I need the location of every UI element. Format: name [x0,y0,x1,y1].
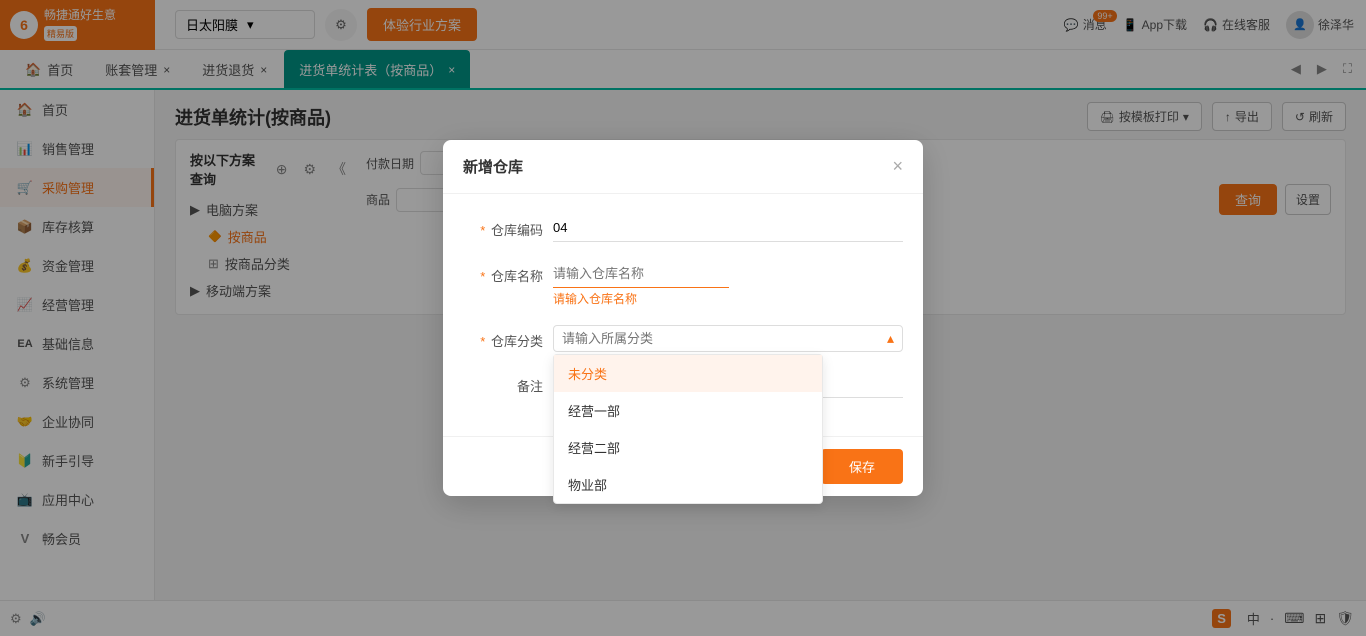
modal-header: 新增仓库 × [443,140,923,194]
name-label: * 仓库名称 [463,260,543,285]
save-button[interactable]: 保存 [821,449,903,484]
note-label: 备注 [463,370,543,395]
category-label: * 仓库分类 [463,325,543,350]
modal-body: * 仓库编码 * 仓库名称 请输入仓库名称 * [443,194,923,436]
warehouse-name-input[interactable] [553,260,729,288]
modal-title: 新增仓库 [463,156,523,177]
category-input-wrap [553,325,903,352]
dropdown-item-1[interactable]: 经营一部 [554,392,822,429]
dropdown-item-0[interactable]: 未分类 [554,355,822,392]
modal-overlay[interactable]: 新增仓库 × * 仓库编码 * 仓库名称 请输入仓库名称 [0,0,1366,636]
new-warehouse-modal: 新增仓库 × * 仓库编码 * 仓库名称 请输入仓库名称 [443,140,923,496]
warehouse-name-row: * 仓库名称 请输入仓库名称 [463,260,903,307]
category-dropdown: 未分类 经营一部 经营二部 物业部 [553,354,823,504]
category-input[interactable] [562,331,887,346]
warehouse-category-row: * 仓库分类 未分类 经营一部 经营二部 物业部 [463,325,903,352]
category-toggle-icon[interactable] [887,330,894,347]
name-error-msg: 请输入仓库名称 [553,290,903,307]
warehouse-code-row: * 仓库编码 [463,214,903,242]
modal-close-btn[interactable]: × [892,156,903,177]
warehouse-code-input[interactable] [553,214,903,242]
dropdown-item-3[interactable]: 物业部 [554,466,822,503]
dropdown-item-2[interactable]: 经营二部 [554,429,822,466]
code-label: * 仓库编码 [463,214,543,239]
